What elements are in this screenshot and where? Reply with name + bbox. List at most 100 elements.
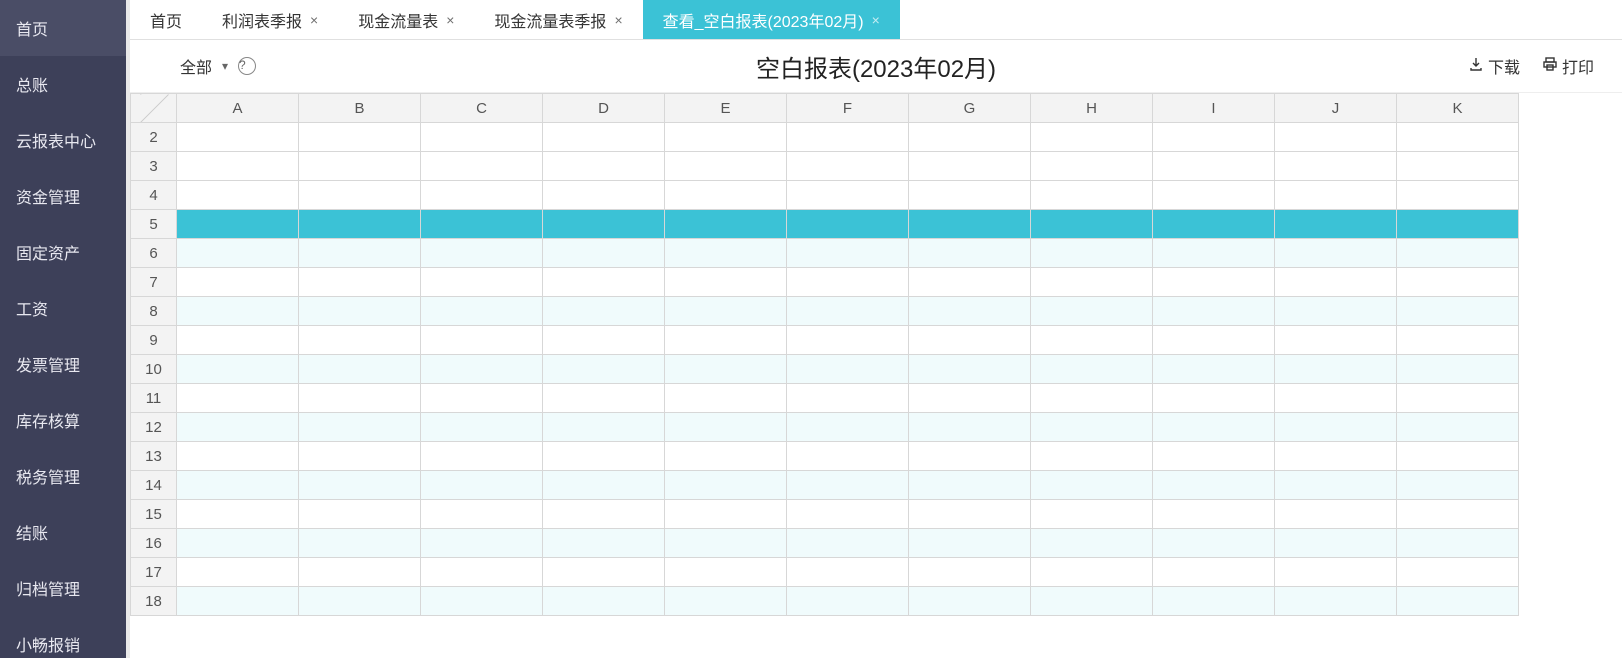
cell[interactable]: [299, 181, 421, 210]
cell[interactable]: [299, 413, 421, 442]
cell[interactable]: [1275, 326, 1397, 355]
cell[interactable]: [1397, 529, 1519, 558]
cell[interactable]: [543, 384, 665, 413]
sidebar-item-home[interactable]: 首页: [0, 0, 126, 56]
cell[interactable]: [1275, 471, 1397, 500]
column-header[interactable]: B: [299, 94, 421, 123]
cell[interactable]: [543, 297, 665, 326]
cell[interactable]: [543, 558, 665, 587]
sidebar-item-funds-management[interactable]: 资金管理: [0, 168, 126, 224]
cell[interactable]: [665, 239, 787, 268]
cell[interactable]: [1153, 239, 1275, 268]
row-header[interactable]: 2: [131, 123, 177, 152]
cell[interactable]: [1031, 297, 1153, 326]
cell[interactable]: [1031, 558, 1153, 587]
cell[interactable]: [1153, 355, 1275, 384]
cell[interactable]: [1275, 384, 1397, 413]
close-icon[interactable]: ×: [446, 12, 454, 28]
cell[interactable]: [1397, 152, 1519, 181]
column-header[interactable]: J: [1275, 94, 1397, 123]
cell[interactable]: [421, 326, 543, 355]
cell[interactable]: [543, 413, 665, 442]
column-header[interactable]: F: [787, 94, 909, 123]
corner-cell[interactable]: [131, 94, 177, 123]
cell[interactable]: [1031, 471, 1153, 500]
cell[interactable]: [421, 355, 543, 384]
cell[interactable]: [1397, 442, 1519, 471]
cell[interactable]: [909, 268, 1031, 297]
cell[interactable]: [177, 152, 299, 181]
cell[interactable]: [421, 268, 543, 297]
cell[interactable]: [1275, 500, 1397, 529]
cell[interactable]: [787, 268, 909, 297]
cell[interactable]: [299, 268, 421, 297]
sidebar-item-inventory-accounting[interactable]: 库存核算: [0, 392, 126, 448]
cell[interactable]: [543, 587, 665, 616]
cell[interactable]: [1397, 268, 1519, 297]
column-header[interactable]: C: [421, 94, 543, 123]
cell[interactable]: [421, 297, 543, 326]
cell[interactable]: [299, 529, 421, 558]
cell[interactable]: [177, 123, 299, 152]
column-header[interactable]: H: [1031, 94, 1153, 123]
cell[interactable]: [1153, 558, 1275, 587]
spreadsheet[interactable]: A B C D E F G H I J K 234567891011121314…: [130, 93, 1622, 658]
cell[interactable]: [787, 413, 909, 442]
cell[interactable]: [421, 123, 543, 152]
cell[interactable]: [421, 529, 543, 558]
cell[interactable]: [1153, 123, 1275, 152]
cell[interactable]: [421, 210, 543, 239]
tab-view-blank-report[interactable]: 查看_空白报表(2023年02月) ×: [643, 0, 900, 39]
cell[interactable]: [543, 500, 665, 529]
cell[interactable]: [299, 442, 421, 471]
cell[interactable]: [787, 152, 909, 181]
cell[interactable]: [787, 123, 909, 152]
cell[interactable]: [1275, 268, 1397, 297]
cell[interactable]: [909, 326, 1031, 355]
cell[interactable]: [421, 558, 543, 587]
cell[interactable]: [665, 500, 787, 529]
cell[interactable]: [543, 442, 665, 471]
filter-dropdown[interactable]: 全部 ▾ ?: [180, 54, 256, 78]
close-icon[interactable]: ×: [614, 12, 622, 28]
cell[interactable]: [177, 239, 299, 268]
cell[interactable]: [665, 413, 787, 442]
cell[interactable]: [665, 123, 787, 152]
cell[interactable]: [909, 558, 1031, 587]
cell[interactable]: [1031, 326, 1153, 355]
cell[interactable]: [1275, 210, 1397, 239]
cell[interactable]: [1153, 268, 1275, 297]
cell[interactable]: [299, 152, 421, 181]
sidebar-item-xiaochang-expense[interactable]: 小畅报销: [0, 616, 126, 658]
column-header[interactable]: E: [665, 94, 787, 123]
cell[interactable]: [421, 181, 543, 210]
cell[interactable]: [787, 297, 909, 326]
cell[interactable]: [177, 268, 299, 297]
cell[interactable]: [1153, 326, 1275, 355]
cell[interactable]: [909, 587, 1031, 616]
cell[interactable]: [1153, 471, 1275, 500]
cell[interactable]: [1031, 442, 1153, 471]
cell[interactable]: [1397, 587, 1519, 616]
cell[interactable]: [1397, 355, 1519, 384]
cell[interactable]: [177, 471, 299, 500]
tab-cashflow-quarterly[interactable]: 现金流量表季报 ×: [474, 0, 642, 39]
cell[interactable]: [421, 413, 543, 442]
cell[interactable]: [909, 413, 1031, 442]
cell[interactable]: [787, 326, 909, 355]
cell[interactable]: [299, 355, 421, 384]
cell[interactable]: [1031, 123, 1153, 152]
cell[interactable]: [787, 384, 909, 413]
cell[interactable]: [787, 181, 909, 210]
cell[interactable]: [665, 558, 787, 587]
cell[interactable]: [1397, 471, 1519, 500]
cell[interactable]: [665, 384, 787, 413]
cell[interactable]: [299, 297, 421, 326]
cell[interactable]: [787, 239, 909, 268]
cell[interactable]: [665, 442, 787, 471]
cell[interactable]: [177, 529, 299, 558]
cell[interactable]: [1275, 587, 1397, 616]
cell[interactable]: [787, 210, 909, 239]
cell[interactable]: [421, 442, 543, 471]
cell[interactable]: [909, 529, 1031, 558]
